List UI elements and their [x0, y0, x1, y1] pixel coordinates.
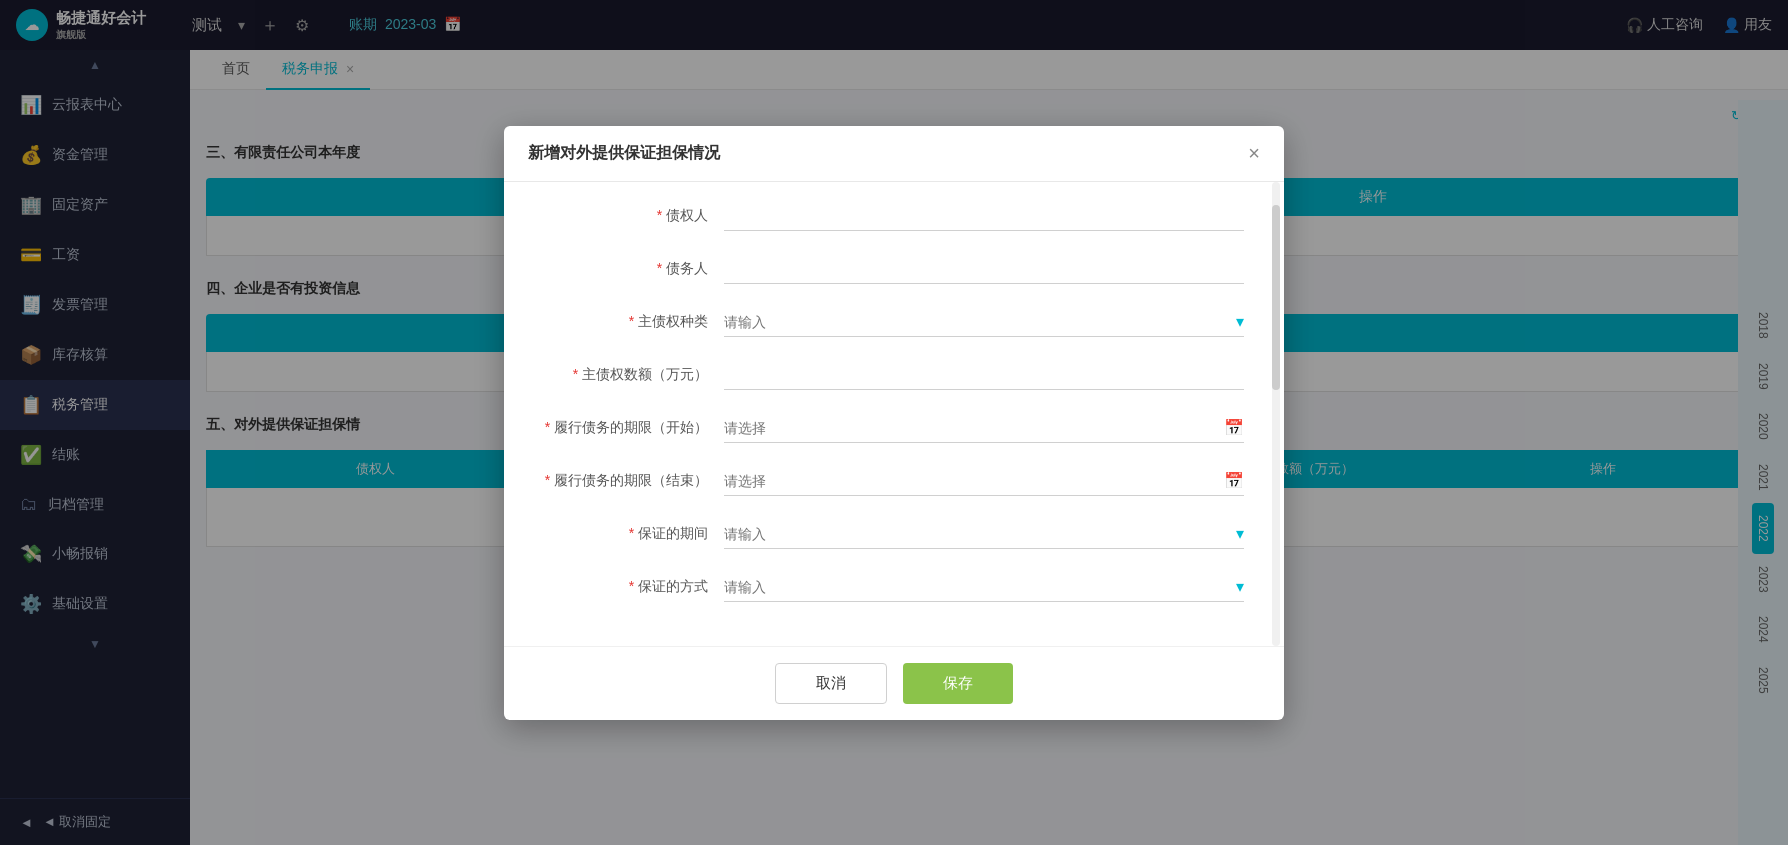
modal-title: 新增对外提供保证担保情况: [528, 143, 720, 164]
cancel-button[interactable]: 取消: [775, 663, 887, 704]
input-creditor[interactable]: [724, 202, 1244, 231]
select-wrap-guarantee-period: ▾: [724, 520, 1244, 549]
label-period-end: * 履行债务的期限（结束）: [544, 472, 724, 490]
form-row-guarantee-method: * 保证的方式 ▾: [544, 573, 1244, 602]
form-row-debtor: * 债务人: [544, 255, 1244, 284]
chevron-down-guarantee-period[interactable]: ▾: [1236, 524, 1244, 543]
label-creditor: * 债权人: [544, 207, 724, 225]
date-wrap-period-end: 📅: [724, 467, 1244, 496]
select-wrap-creditor-type: ▾: [724, 308, 1244, 337]
chevron-down-creditor-type[interactable]: ▾: [1236, 312, 1244, 331]
form-row-creditor-amount: * 主债权数额（万元）: [544, 361, 1244, 390]
modal-dialog: 新增对外提供保证担保情况 × * 债权人 * 债务人: [504, 126, 1284, 720]
form-row-period-end: * 履行债务的期限（结束） 📅: [544, 467, 1244, 496]
modal-scrollbar-track: [1272, 182, 1280, 646]
label-guarantee-method: * 保证的方式: [544, 578, 724, 596]
date-wrap-period-start: 📅: [724, 414, 1244, 443]
save-button[interactable]: 保存: [903, 663, 1013, 704]
input-guarantee-method[interactable]: [724, 573, 1236, 601]
input-creditor-type[interactable]: [724, 308, 1236, 336]
modal-overlay[interactable]: 新增对外提供保证担保情况 × * 债权人 * 债务人: [0, 0, 1788, 845]
modal-scrollbar-thumb[interactable]: [1272, 205, 1280, 391]
input-guarantee-period[interactable]: [724, 520, 1236, 548]
select-wrap-guarantee-method: ▾: [724, 573, 1244, 602]
input-period-end[interactable]: [724, 467, 1224, 495]
modal-body: * 债权人 * 债务人 * 主债权种类: [504, 182, 1284, 646]
label-period-start: * 履行债务的期限（开始）: [544, 419, 724, 437]
form-row-creditor-type: * 主债权种类 ▾: [544, 308, 1244, 337]
input-creditor-amount[interactable]: [724, 361, 1244, 390]
form-row-creditor: * 债权人: [544, 202, 1244, 231]
label-debtor: * 债务人: [544, 260, 724, 278]
input-period-start[interactable]: [724, 414, 1224, 442]
label-creditor-amount: * 主债权数额（万元）: [544, 366, 724, 384]
modal-close-button[interactable]: ×: [1248, 142, 1260, 165]
form-row-period-start: * 履行债务的期限（开始） 📅: [544, 414, 1244, 443]
form-row-guarantee-period: * 保证的期间 ▾: [544, 520, 1244, 549]
calendar-period-end-icon[interactable]: 📅: [1224, 471, 1244, 490]
input-debtor[interactable]: [724, 255, 1244, 284]
label-guarantee-period: * 保证的期间: [544, 525, 724, 543]
calendar-period-start-icon[interactable]: 📅: [1224, 418, 1244, 437]
label-creditor-type: * 主债权种类: [544, 313, 724, 331]
modal-header: 新增对外提供保证担保情况 ×: [504, 126, 1284, 182]
modal-footer: 取消 保存: [504, 646, 1284, 720]
chevron-down-guarantee-method[interactable]: ▾: [1236, 577, 1244, 596]
